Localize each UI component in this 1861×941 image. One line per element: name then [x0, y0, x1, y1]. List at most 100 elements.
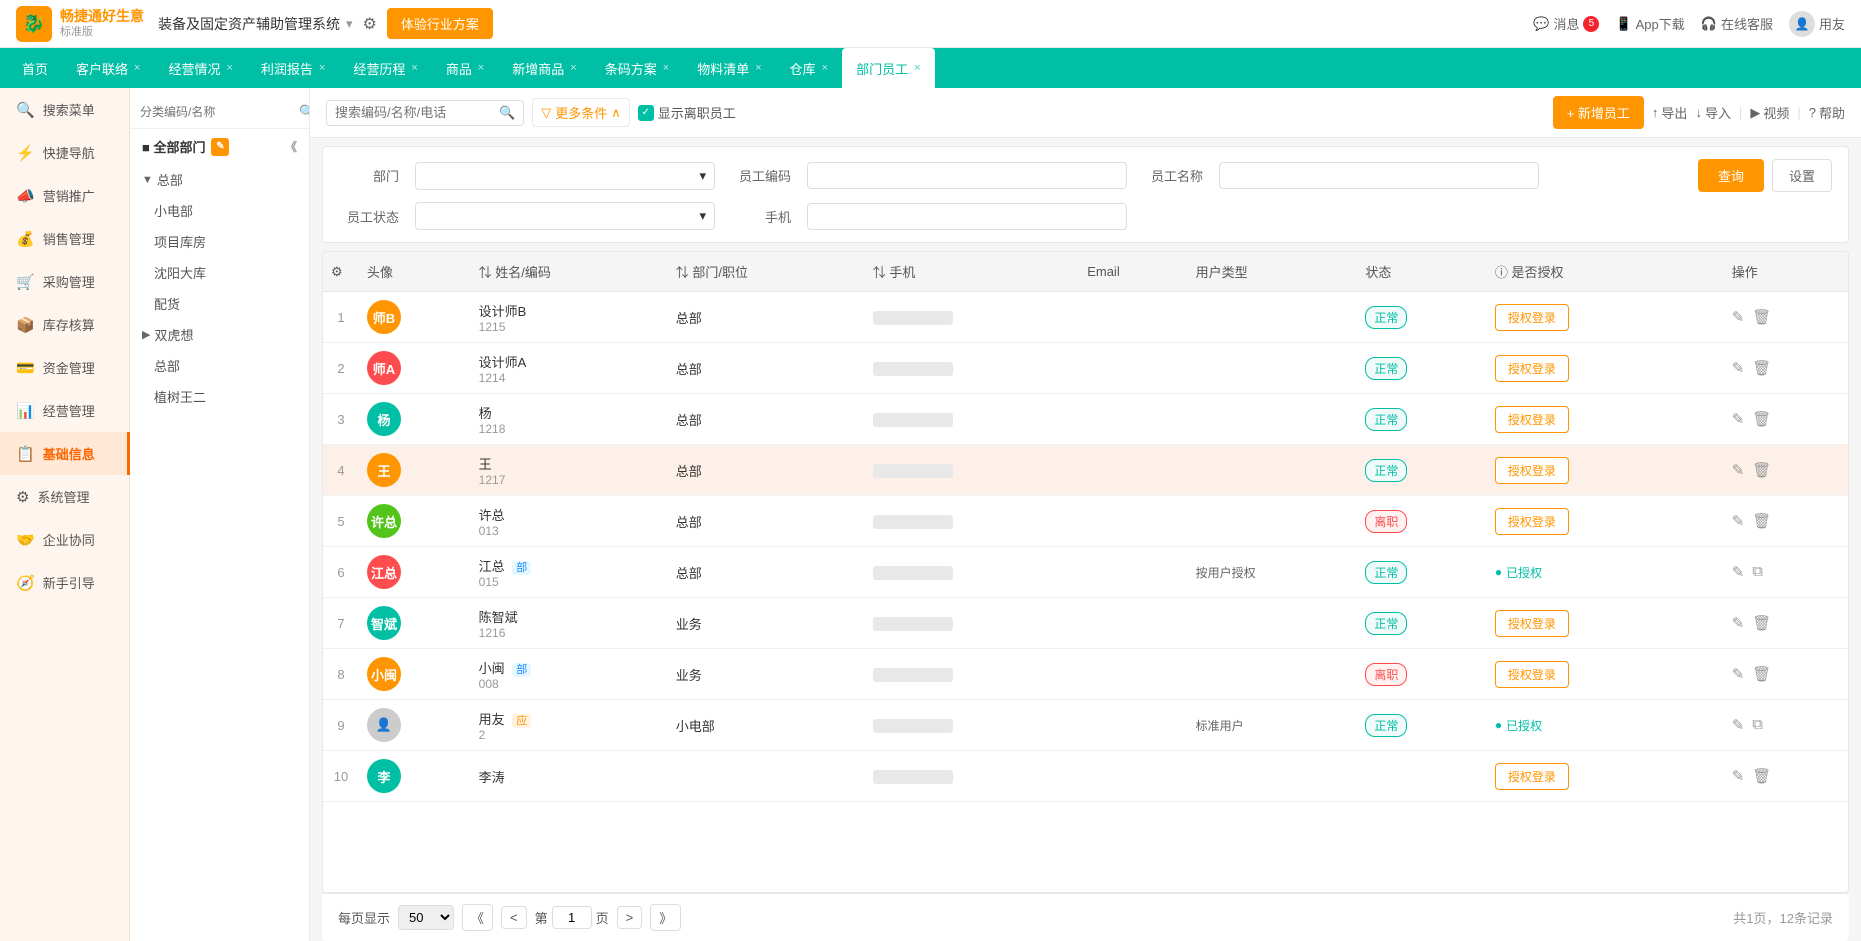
delete-icon[interactable]: 🗑 [1752, 614, 1771, 632]
page-size-select[interactable]: 50 100 200 [398, 905, 454, 930]
search-input[interactable] [335, 105, 495, 120]
dept-collapse-btn[interactable]: 《 [285, 138, 297, 155]
copy-icon[interactable]: ⧉ [1752, 563, 1763, 581]
auth-button[interactable]: 授权登录 [1495, 763, 1569, 790]
auth-button[interactable]: 授权登录 [1495, 457, 1569, 484]
edit-icon[interactable]: ✎ [1732, 359, 1745, 377]
close-icon[interactable]: × [822, 62, 828, 74]
edit-icon[interactable]: ✎ [1732, 716, 1745, 734]
message-btn[interactable]: 💬 消息 5 [1533, 14, 1599, 33]
dept-edit-icon[interactable]: ✎ [211, 138, 229, 156]
edit-icon[interactable]: ✎ [1732, 563, 1745, 581]
close-icon[interactable]: × [663, 62, 669, 74]
th-dept-position[interactable]: ⇅ 部门/职位 [668, 252, 865, 292]
dept-item-shuanghu[interactable]: ▶ 双虎想 [130, 319, 309, 350]
edit-icon[interactable]: ✎ [1732, 410, 1745, 428]
close-icon[interactable]: × [319, 62, 325, 74]
tab-warehouse[interactable]: 仓库× [776, 48, 842, 88]
auth-button[interactable]: 授权登录 [1495, 508, 1569, 535]
sidebar-item-inventory[interactable]: 📦 库存核算 [0, 303, 130, 346]
tab-customer[interactable]: 客户联络× [62, 48, 154, 88]
first-page-btn[interactable]: 《 [462, 904, 493, 931]
export-btn[interactable]: ↑ 导出 [1652, 103, 1688, 122]
delete-icon[interactable]: 🗑 [1752, 359, 1771, 377]
copy-icon[interactable]: ⧉ [1752, 716, 1763, 734]
edit-icon[interactable]: ✎ [1732, 614, 1745, 632]
user-btn[interactable]: 👤 用友 [1789, 11, 1845, 37]
dept-search-icon[interactable]: 🔍 [299, 104, 310, 120]
add-employee-button[interactable]: + 新增员工 [1553, 96, 1644, 129]
dept-item-zongbu2[interactable]: 总部 [130, 350, 309, 381]
sidebar-item-collab[interactable]: 🤝 企业协同 [0, 518, 130, 561]
auth-button[interactable]: 授权登录 [1495, 406, 1569, 433]
sidebar-item-guide[interactable]: 🧭 新手引导 [0, 561, 130, 604]
delete-icon[interactable]: 🗑 [1752, 767, 1771, 785]
tab-history[interactable]: 经营历程× [339, 48, 431, 88]
edit-icon[interactable]: ✎ [1732, 665, 1745, 683]
tab-dept-staff[interactable]: 部门员工× [842, 48, 934, 88]
edit-icon[interactable]: ✎ [1732, 308, 1745, 326]
sidebar-item-marketing[interactable]: 📣 营销推广 [0, 174, 130, 217]
view-btn[interactable]: ▶ 视频 [1750, 103, 1789, 122]
dept-item-xiaodian[interactable]: 小电部 [130, 195, 309, 226]
edit-icon[interactable]: ✎ [1732, 767, 1745, 785]
help-btn[interactable]: ? 帮助 [1809, 103, 1845, 122]
tab-profit[interactable]: 利润报告× [247, 48, 339, 88]
dept-search-input[interactable] [140, 105, 295, 119]
query-button[interactable]: 查询 [1698, 159, 1764, 192]
close-icon[interactable]: × [226, 62, 232, 74]
th-name-code[interactable]: ⇅ 姓名/编码 [471, 252, 668, 292]
close-icon[interactable]: × [411, 62, 417, 74]
emp-code-input[interactable] [807, 162, 1127, 189]
more-conditions-btn[interactable]: ▽ 更多条件 ∧ [532, 98, 630, 127]
tab-home[interactable]: 首页 [8, 48, 62, 88]
show-resigned-toggle[interactable]: ✓ 显示离职员工 [638, 103, 736, 122]
close-icon[interactable]: × [134, 62, 140, 74]
tab-goods[interactable]: 商品× [432, 48, 498, 88]
close-icon[interactable]: × [755, 62, 761, 74]
sidebar-item-sales[interactable]: 💰 销售管理 [0, 217, 130, 260]
th-gear[interactable]: ⚙ [323, 252, 359, 292]
edit-icon[interactable]: ✎ [1732, 512, 1745, 530]
dept-item-zhishu[interactable]: 植树王二 [130, 381, 309, 412]
tab-business[interactable]: 经营情况× [154, 48, 246, 88]
app-download-btn[interactable]: 📱 App下载 [1615, 14, 1684, 33]
emp-status-select[interactable]: ▾ [415, 202, 715, 230]
delete-icon[interactable]: 🗑 [1752, 410, 1771, 428]
delete-icon[interactable]: 🗑 [1752, 665, 1771, 683]
tab-new-goods[interactable]: 新增商品× [498, 48, 590, 88]
tab-bom[interactable]: 物料清单× [683, 48, 775, 88]
sidebar-item-quicknav[interactable]: ⚡ 快捷导航 [0, 131, 130, 174]
sidebar-item-search[interactable]: 🔍 搜索菜单 [0, 88, 130, 131]
auth-button[interactable]: 授权登录 [1495, 610, 1569, 637]
dept-item-peihuo[interactable]: 配货 [130, 288, 309, 319]
online-service-btn[interactable]: 🎧 在线客服 [1701, 14, 1773, 33]
sidebar-item-finance[interactable]: 💳 资金管理 [0, 346, 130, 389]
delete-icon[interactable]: 🗑 [1752, 461, 1771, 479]
search-icon[interactable]: 🔍 [499, 105, 515, 121]
dept-item-zongbu[interactable]: ▼ 总部 [130, 164, 309, 195]
auth-button[interactable]: 授权登录 [1495, 304, 1569, 331]
close-icon[interactable]: × [914, 62, 920, 74]
dropdown-arrow-icon[interactable]: ▾ [346, 16, 353, 32]
close-icon[interactable]: × [570, 62, 576, 74]
sidebar-item-purchase[interactable]: 🛒 采购管理 [0, 260, 130, 303]
phone-input[interactable] [807, 203, 1127, 230]
sidebar-item-basic-info[interactable]: 📋 基础信息 [0, 432, 130, 475]
auth-button[interactable]: 授权登录 [1495, 355, 1569, 382]
delete-icon[interactable]: 🗑 [1752, 512, 1771, 530]
tab-barcode[interactable]: 条码方案× [591, 48, 683, 88]
page-input[interactable] [552, 906, 592, 929]
last-page-btn[interactable]: 》 [650, 904, 681, 931]
import-btn[interactable]: ↓ 导入 [1695, 103, 1731, 122]
set-button[interactable]: 设置 [1772, 159, 1832, 192]
sidebar-item-operations[interactable]: 📊 经营管理 [0, 389, 130, 432]
auth-button[interactable]: 授权登录 [1495, 661, 1569, 688]
dept-select[interactable]: ▾ [415, 162, 715, 190]
close-icon[interactable]: × [478, 62, 484, 74]
gear-icon[interactable]: ⚙ [363, 14, 377, 34]
sidebar-item-system[interactable]: ⚙ 系统管理 [0, 475, 130, 518]
trial-button[interactable]: 体验行业方案 [387, 8, 493, 39]
emp-name-input[interactable] [1219, 162, 1539, 189]
dept-item-shenyang[interactable]: 沈阳大库 [130, 257, 309, 288]
